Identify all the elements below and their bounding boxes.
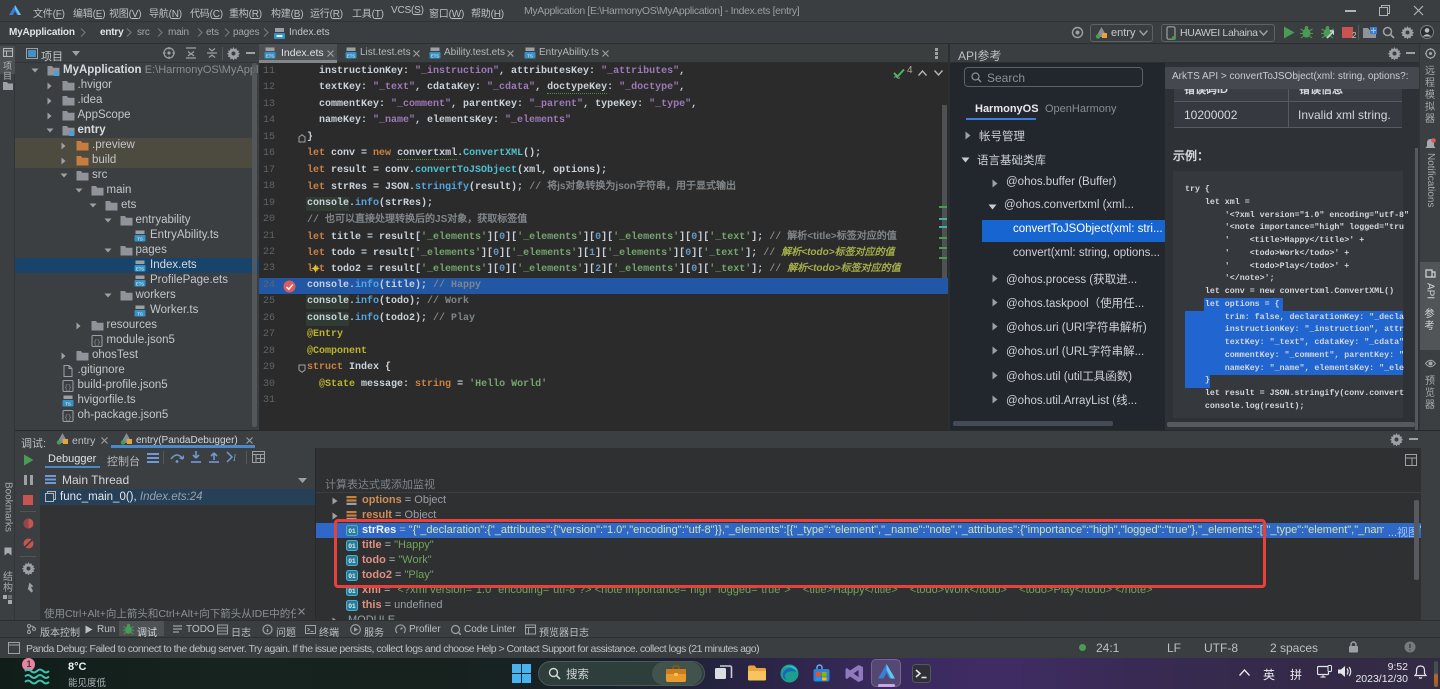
svg-text:ETS: ETS bbox=[266, 53, 274, 58]
svg-text:{}: {} bbox=[93, 339, 100, 346]
svg-text:{}: {} bbox=[64, 414, 71, 421]
svg-text:01: 01 bbox=[348, 603, 356, 610]
svg-text:TS: TS bbox=[65, 401, 71, 406]
svg-text:TS: TS bbox=[527, 53, 533, 58]
svg-text:01: 01 bbox=[348, 588, 356, 595]
svg-text:TS: TS bbox=[137, 311, 143, 316]
svg-text:ETS: ETS bbox=[136, 281, 144, 286]
svg-text:ETS: ETS bbox=[136, 266, 144, 271]
svg-text:TS: TS bbox=[137, 236, 143, 241]
svg-text:ETS: ETS bbox=[431, 53, 439, 58]
svg-text:{}: {} bbox=[64, 384, 71, 391]
svg-text:ETS: ETS bbox=[347, 53, 355, 58]
svg-text:I: I bbox=[232, 453, 237, 463]
